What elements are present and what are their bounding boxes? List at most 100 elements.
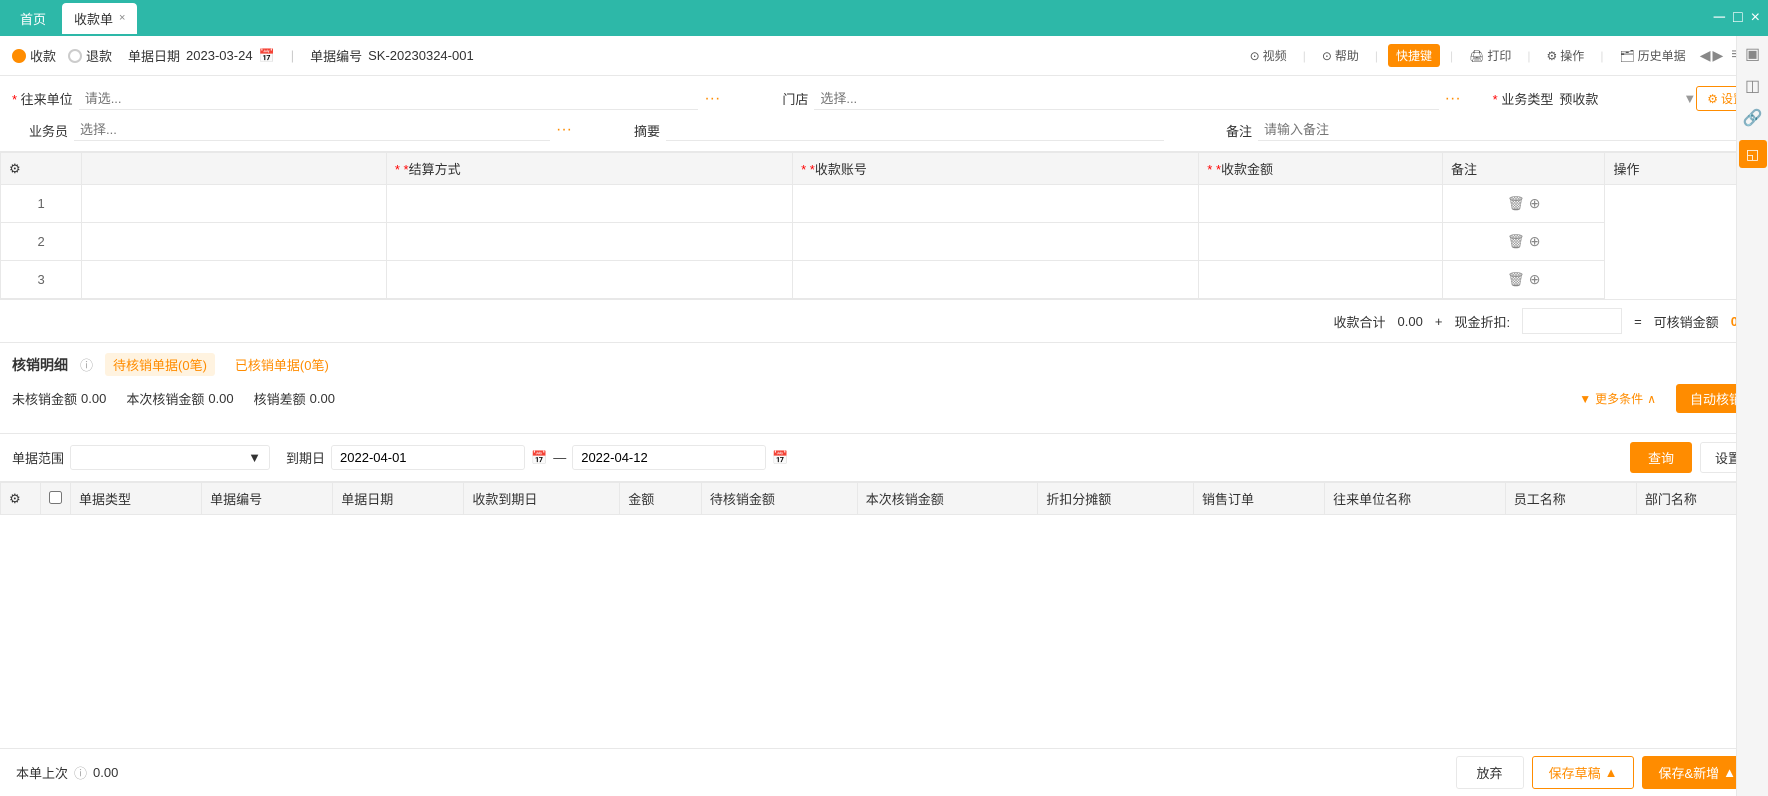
date-from-input[interactable] <box>331 445 525 470</box>
reconcile-info-icon[interactable]: ⓘ <box>80 355 93 374</box>
row-1-delete-icon[interactable]: 🗑 <box>1507 195 1525 212</box>
sidebar-icon-2[interactable]: ◫ <box>1745 76 1760 96</box>
row-3-payment[interactable] <box>82 261 387 299</box>
sidebar-icon-4[interactable]: ◱ <box>1739 140 1767 168</box>
field-separator: | <box>291 48 294 63</box>
select-all-checkbox[interactable] <box>49 491 62 504</box>
filter-icon: ▼ <box>1579 392 1591 406</box>
btcol-settings[interactable]: ⚙ <box>1 483 41 515</box>
calendar-from-icon[interactable]: 📅 <box>531 450 547 466</box>
counterpart-more-icon[interactable]: ··· <box>704 90 720 108</box>
query-button[interactable]: 查询 <box>1630 442 1692 473</box>
radio-collect-circle <box>12 49 26 63</box>
print-btn[interactable]: 🖨 打印 <box>1463 45 1517 66</box>
row-3-ops: 🗑 ⊕ <box>1443 261 1605 299</box>
radio-collect[interactable]: 收款 <box>12 46 56 65</box>
video-btn[interactable]: ⊙ 视频 <box>1244 45 1293 66</box>
row-3-remark[interactable] <box>1199 261 1443 299</box>
tab-current[interactable]: 收款单 × <box>62 3 137 34</box>
discount-input[interactable] <box>1522 308 1622 334</box>
row-2-copy-icon[interactable]: ⊕ <box>1529 233 1541 250</box>
calendar-to-icon[interactable]: 📅 <box>772 450 788 466</box>
diff-value: 0.00 <box>310 391 335 406</box>
table-col-settings[interactable]: ⚙ <box>1 153 82 185</box>
abandon-button[interactable]: 放弃 <box>1456 756 1524 789</box>
tab-bar: 首页 收款单 × ─ □ × <box>0 0 1768 36</box>
btcol-number: 单据编号 <box>202 483 333 515</box>
row-2-delete-icon[interactable]: 🗑 <box>1507 233 1525 250</box>
calendar-icon[interactable]: 📅 <box>259 48 275 64</box>
bottom-info-icon[interactable]: ⓘ <box>74 763 87 782</box>
reconcile-title: 核销明细 <box>12 355 68 375</box>
salesperson-more-icon[interactable]: ··· <box>556 121 572 139</box>
history-btn[interactable]: 🗂 历史单据 <box>1613 45 1691 66</box>
last-value: 0.00 <box>93 765 118 780</box>
remark-input[interactable] <box>1258 119 1756 141</box>
row-3-account[interactable] <box>386 261 792 299</box>
prev-arrow[interactable]: ◀ <box>1700 47 1711 64</box>
plus-operator: + <box>1435 314 1443 329</box>
counterpart-input[interactable] <box>79 88 699 110</box>
bottom-table-section: ⚙ 单据类型 单据编号 单据日期 收款到期日 金额 待核销金额 本次核销金额 折… <box>0 482 1768 515</box>
completed-tab[interactable]: 已核销单据(0笔) <box>227 353 337 376</box>
shortcut-btn[interactable]: 快捷键 <box>1388 44 1440 67</box>
row-1-copy-icon[interactable]: ⊕ <box>1529 195 1541 212</box>
unreconciled-stat: 未核销金额 0.00 <box>12 389 106 408</box>
summary-label: 摘要 <box>604 121 660 140</box>
row-3-copy-icon[interactable]: ⊕ <box>1529 271 1541 288</box>
save-draft-button[interactable]: 保存草稿 ▲ <box>1532 756 1635 789</box>
salesperson-input[interactable] <box>74 119 550 141</box>
tab-close-icon[interactable]: × <box>119 12 125 24</box>
date-value[interactable]: 2023-03-24 <box>186 48 253 63</box>
date-to-input[interactable] <box>572 445 766 470</box>
row-3-amount[interactable] <box>793 261 1199 299</box>
row-2-ops: 🗑 ⊕ <box>1443 223 1605 261</box>
range-select[interactable]: ▼ <box>70 445 270 470</box>
form-section: 往来单位 ··· 门店 ··· 业务类型 预收款 ▼ ⚙ 设置 <box>0 76 1768 152</box>
filter-row: 单据范围 ▼ 到期日 📅 — 📅 查询 设置 <box>0 434 1768 482</box>
doc-number-value[interactable]: SK-20230324-001 <box>368 48 474 63</box>
business-type-value: 预收款 <box>1559 89 1679 108</box>
maximize-icon[interactable]: □ <box>1733 9 1743 27</box>
date-field: 单据日期 2023-03-24 📅 <box>128 46 275 65</box>
diff-stat: 核销差额 0.00 <box>254 389 335 408</box>
row-1-amount[interactable] <box>793 185 1199 223</box>
row-2-remark[interactable] <box>1199 223 1443 261</box>
business-type-select[interactable]: 预收款 ▼ <box>1559 89 1696 108</box>
row-1-payment[interactable] <box>82 185 387 223</box>
row-1-num: 1 <box>1 185 82 223</box>
range-filter-group: 单据范围 ▼ <box>12 445 270 470</box>
sidebar-icon-3[interactable]: 🔗 <box>1743 108 1763 128</box>
more-conditions[interactable]: ▼ 更多条件 ∧ <box>1579 390 1656 407</box>
chevron-down-icon: ▼ <box>248 450 261 465</box>
summary-input[interactable] <box>666 119 1164 141</box>
reconcile-stats: 未核销金额 0.00 本次核销金额 0.00 核销差额 0.00 ▼ 更多条件 … <box>12 384 1756 413</box>
row-2-account[interactable] <box>386 223 792 261</box>
operations-btn[interactable]: ⚙ 操作 <box>1541 45 1591 66</box>
nav-arrows: ◀ ▶ <box>1700 47 1724 64</box>
chevron-up-icon: ∧ <box>1647 392 1656 406</box>
store-group: 门店 ··· <box>752 88 1460 110</box>
reconcile-header: 核销明细 ⓘ 待核销单据(0笔) 已核销单据(0笔) <box>12 353 1756 376</box>
top-toolbar: 收款 退款 单据日期 2023-03-24 📅 | 单据编号 SK-202303… <box>0 36 1768 76</box>
save-draft-arrow-icon: ▲ <box>1605 765 1618 780</box>
btcol-amount: 金额 <box>620 483 702 515</box>
store-more-icon[interactable]: ··· <box>1445 90 1461 108</box>
store-input[interactable] <box>814 88 1438 110</box>
row-3-delete-icon[interactable]: 🗑 <box>1507 271 1525 288</box>
next-arrow[interactable]: ▶ <box>1712 47 1723 64</box>
minimize-icon[interactable]: ─ <box>1714 9 1725 27</box>
pending-tab[interactable]: 待核销单据(0笔) <box>105 353 215 376</box>
main-content: 收款 退款 单据日期 2023-03-24 📅 | 单据编号 SK-202303… <box>0 36 1768 796</box>
row-1-account[interactable] <box>386 185 792 223</box>
help-btn[interactable]: ⊙ 帮助 <box>1316 45 1365 66</box>
bottom-left: 本单上次 ⓘ 0.00 <box>16 763 118 782</box>
radio-refund[interactable]: 退款 <box>68 46 112 65</box>
tab-home[interactable]: 首页 <box>8 3 58 34</box>
remark-group: 备注 <box>1196 119 1756 141</box>
close-icon[interactable]: × <box>1751 9 1760 27</box>
sidebar-icon-1[interactable]: ▣ <box>1745 44 1760 64</box>
row-2-payment[interactable] <box>82 223 387 261</box>
row-2-amount[interactable] <box>793 223 1199 261</box>
row-1-remark[interactable] <box>1199 185 1443 223</box>
